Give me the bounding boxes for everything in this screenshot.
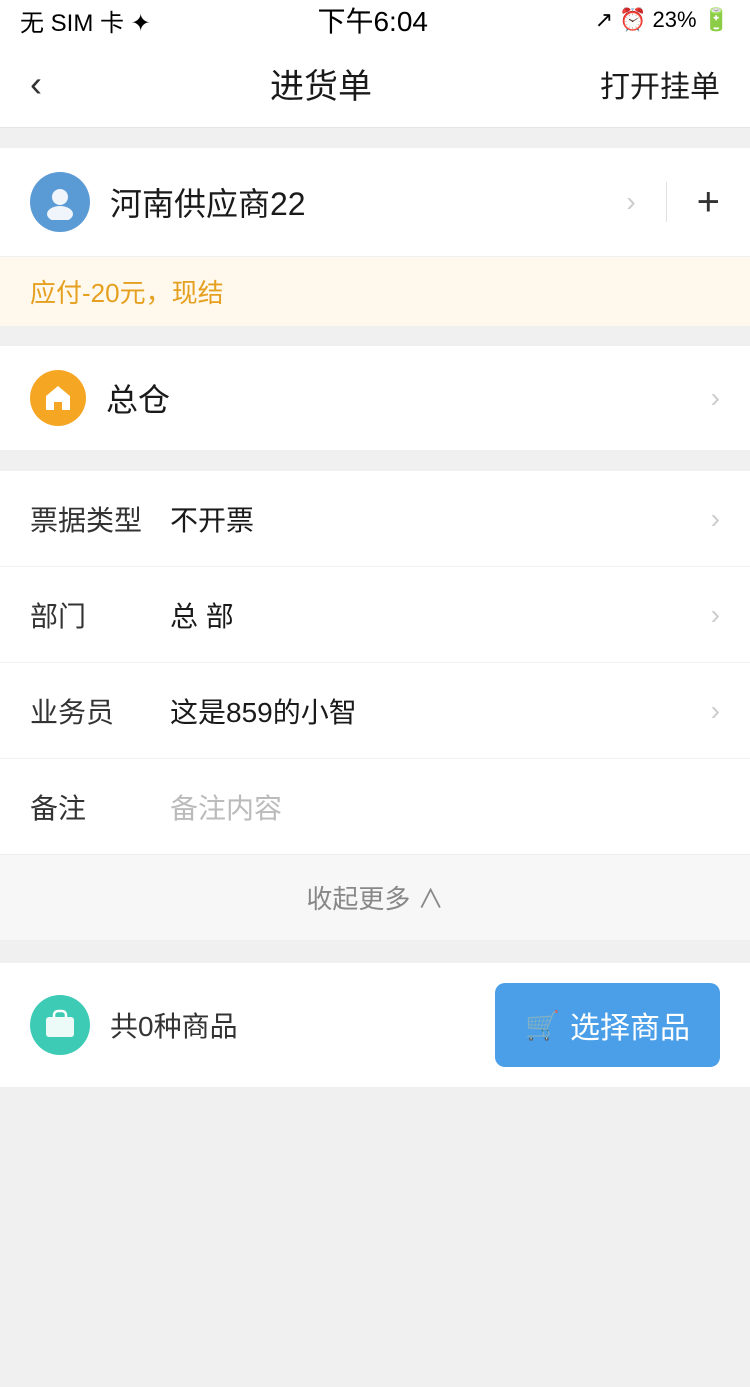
remark-input[interactable]: 备注内容 bbox=[150, 787, 720, 827]
status-left: 无 SIM 卡 ✦ bbox=[20, 3, 151, 38]
collapse-text: 收起更多 ∧ bbox=[306, 884, 443, 914]
salesperson-label: 业务员 bbox=[30, 691, 150, 731]
add-supplier-button[interactable]: + bbox=[697, 182, 720, 222]
department-label: 部门 bbox=[30, 595, 150, 635]
supplier-avatar bbox=[30, 172, 90, 232]
supplier-card: 河南供应商22 › + 应付-20元，现结 bbox=[0, 148, 750, 326]
department-row[interactable]: 部门 总 部 › bbox=[0, 566, 750, 662]
salesperson-value: 这是859的小智 bbox=[150, 691, 711, 731]
section-gap-2 bbox=[0, 326, 750, 346]
section-gap-3 bbox=[0, 450, 750, 470]
department-chevron-icon: › bbox=[711, 599, 720, 631]
status-bar: 无 SIM 卡 ✦ 下午6:04 ↗ ⏰ 23% 🔋 bbox=[0, 0, 750, 40]
alarm-icon: ⏰ bbox=[619, 7, 646, 33]
user-icon bbox=[42, 184, 78, 220]
supplier-divider bbox=[666, 182, 667, 222]
supplier-name: 河南供应商22 bbox=[110, 179, 626, 225]
page-title: 进货单 bbox=[270, 59, 372, 108]
invoice-type-value: 不开票 bbox=[150, 499, 711, 539]
invoice-type-chevron-icon: › bbox=[711, 503, 720, 535]
product-count: 共0种商品 bbox=[110, 1005, 495, 1045]
status-time: 下午6:04 bbox=[317, 0, 428, 40]
warehouse-row[interactable]: 总仓 › bbox=[0, 346, 750, 450]
status-right: ↗ ⏰ 23% 🔋 bbox=[595, 7, 730, 33]
remark-row[interactable]: 备注 备注内容 bbox=[0, 758, 750, 854]
warehouse-card: 总仓 › bbox=[0, 346, 750, 450]
select-btn-label: 选择商品 bbox=[570, 1003, 690, 1047]
warehouse-name: 总仓 bbox=[106, 375, 711, 421]
invoice-type-row[interactable]: 票据类型 不开票 › bbox=[0, 470, 750, 566]
nav-bar: ‹ 进货单 打开挂单 bbox=[0, 40, 750, 128]
battery-icon: 🔋 bbox=[703, 7, 730, 33]
select-product-button[interactable]: 🛒 选择商品 bbox=[495, 983, 720, 1067]
salesperson-chevron-icon: › bbox=[711, 695, 720, 727]
home-icon bbox=[42, 382, 74, 414]
product-icon bbox=[30, 995, 90, 1055]
back-button[interactable]: ‹ bbox=[30, 63, 42, 105]
form-card: 票据类型 不开票 › 部门 总 部 › 业务员 这是859的小智 › 备注 备注… bbox=[0, 470, 750, 854]
notice-bar: 应付-20元，现结 bbox=[0, 257, 750, 326]
supplier-chevron-icon: › bbox=[626, 186, 635, 218]
open-pending-button[interactable]: 打开挂单 bbox=[600, 62, 720, 106]
notice-text: 应付-20元，现结 bbox=[30, 278, 224, 308]
cart-icon bbox=[42, 1007, 78, 1043]
section-gap-1 bbox=[0, 128, 750, 148]
warehouse-chevron-icon: › bbox=[711, 382, 720, 414]
location-icon: ↗ bbox=[595, 7, 613, 33]
remark-label: 备注 bbox=[30, 787, 150, 827]
battery-text: 23% bbox=[653, 7, 697, 33]
salesperson-row[interactable]: 业务员 这是859的小智 › bbox=[0, 662, 750, 758]
warehouse-icon bbox=[30, 370, 86, 426]
section-gap-4 bbox=[0, 941, 750, 961]
supplier-row[interactable]: 河南供应商22 › + bbox=[0, 148, 750, 257]
page-background bbox=[0, 1087, 750, 1387]
bottom-bar: 共0种商品 🛒 选择商品 bbox=[0, 963, 750, 1087]
department-value: 总 部 bbox=[150, 595, 711, 635]
collapse-bar[interactable]: 收起更多 ∧ bbox=[0, 854, 750, 941]
signal-text: 无 SIM 卡 ✦ bbox=[20, 3, 151, 38]
select-btn-icon: 🛒 bbox=[525, 1009, 560, 1042]
invoice-type-label: 票据类型 bbox=[30, 499, 150, 539]
